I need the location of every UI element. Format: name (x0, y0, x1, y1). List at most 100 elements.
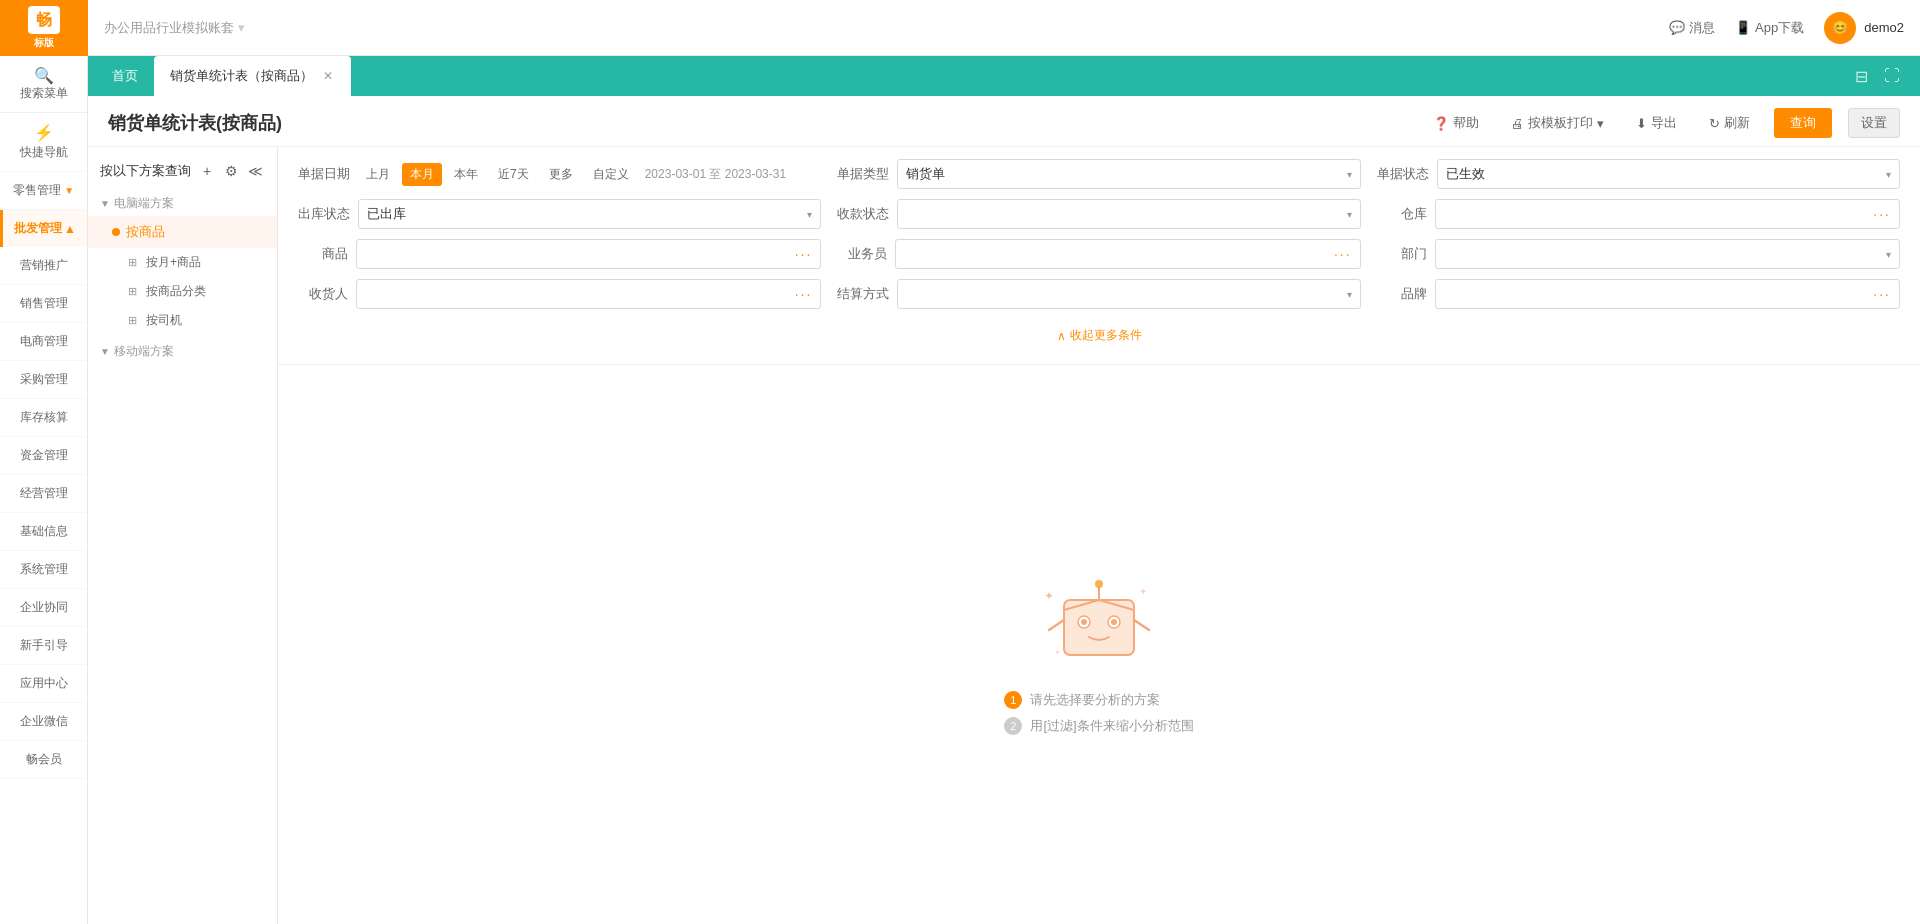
sidebar-item-wechat[interactable]: 企业微信 (0, 703, 87, 741)
sidebar-item-ecommerce[interactable]: 电商管理 (0, 323, 87, 361)
product-dots[interactable]: ··· (795, 246, 813, 262)
sidebar-item-quicknav[interactable]: ⚡ 快捷导航 (0, 113, 87, 172)
filter-warehouse: 仓库 ··· (1377, 199, 1900, 229)
collapse-more-btn[interactable]: ∧ 收起更多条件 (298, 319, 1900, 352)
svg-text:✦: ✦ (1044, 589, 1054, 603)
tab-home[interactable]: 首页 (96, 56, 154, 96)
svg-point-8 (1095, 580, 1103, 588)
app-download-label: App下载 (1755, 19, 1804, 37)
sidebar-item-system[interactable]: 系统管理 (0, 551, 87, 589)
tab-close-icon[interactable]: ✕ (321, 67, 335, 85)
sidebar-item-wholesale[interactable]: 批发管理 ▲ (3, 210, 87, 247)
refresh-button[interactable]: ↻ 刷新 (1701, 110, 1758, 136)
sidebar-item-sales[interactable]: 销售管理 (0, 285, 87, 323)
user-area[interactable]: 😊 demo2 (1824, 12, 1904, 44)
brand-select[interactable]: ··· (1435, 279, 1900, 309)
sidebar-item-guide[interactable]: 新手引导 (0, 627, 87, 665)
receipt-status-arrow: ▾ (1347, 209, 1352, 220)
scheme-item-by-month-product[interactable]: ⊞ 按月+商品 (88, 248, 277, 277)
help-button[interactable]: ❓ 帮助 (1425, 110, 1487, 136)
filter-area: 单据日期 上月 本月 本年 近7天 更多 自定义 2023-03-01 至 20… (278, 147, 1920, 365)
date-tab-7days[interactable]: 近7天 (490, 163, 537, 186)
empty-step-1: 1 请先选择要分析的方案 (1004, 691, 1160, 709)
sidebar-item-apps[interactable]: 应用中心 (0, 665, 87, 703)
salesperson-select[interactable]: ··· (895, 239, 1360, 269)
svg-line-6 (1134, 620, 1149, 630)
sidebar-item-marketing[interactable]: 营销推广 (0, 247, 87, 285)
header-left: 办公用品行业模拟账套 ▾ (104, 19, 245, 37)
avatar[interactable]: 😊 (1824, 12, 1856, 44)
scheme-group-desktop: ▼ 电脑端方案 按商品 ⊞ 按月+商品 ⊞ 按商品分类 (88, 191, 277, 335)
header-right: 💬 消息 📱 App下载 😊 demo2 (1669, 12, 1904, 44)
recipient-select[interactable]: ··· (356, 279, 821, 309)
scheme-item-by-clerk[interactable]: ⊞ 按司机 (88, 306, 277, 335)
filter-bill-type: 单据类型 销货单 ▾ (837, 159, 1360, 189)
out-status-arrow: ▾ (807, 209, 812, 220)
tab-bar: 首页 销货单统计表（按商品） ✕ ⊟ ⛶ (88, 56, 1920, 96)
bill-type-select[interactable]: 销货单 ▾ (897, 159, 1360, 189)
page-header-actions: ❓ 帮助 🖨 按模板打印 ▾ ⬇ 导出 ↻ 刷新 查询 (1425, 108, 1900, 138)
svg-rect-0 (1064, 600, 1134, 655)
salesperson-dots[interactable]: ··· (1334, 246, 1352, 262)
date-tabs: 上月 本月 本年 近7天 更多 自定义 2023-03-01 至 2023-03… (358, 163, 786, 186)
sidebar-item-member[interactable]: 畅会员 (0, 741, 87, 779)
sidebar-item-retail[interactable]: 零售管理 ▼ (0, 172, 87, 210)
help-icon: ❓ (1433, 116, 1449, 131)
date-tab-thismonth[interactable]: 本月 (402, 163, 442, 186)
print-button[interactable]: 🖨 按模板打印 ▾ (1503, 110, 1612, 136)
department-select[interactable]: ▾ (1435, 239, 1900, 269)
panel-add-button[interactable]: + (197, 161, 217, 181)
warehouse-dots[interactable]: ··· (1873, 206, 1891, 222)
tab-minimize-icon[interactable]: ⊟ (1851, 63, 1872, 90)
scheme-group-mobile-title[interactable]: ▼ 移动端方案 (88, 339, 277, 364)
warehouse-select[interactable]: ··· (1435, 199, 1900, 229)
scheme-item-by-category[interactable]: ⊞ 按商品分类 (88, 277, 277, 306)
receipt-status-select[interactable]: ▾ (897, 199, 1360, 229)
warehouse-label: 仓库 (1377, 205, 1427, 223)
sidebar-item-enterprise[interactable]: 企业协同 (0, 589, 87, 627)
out-status-select[interactable]: 已出库 ▾ (358, 199, 821, 229)
export-button[interactable]: ⬇ 导出 (1628, 110, 1685, 136)
sidebar-item-purchase[interactable]: 采购管理 (0, 361, 87, 399)
product-select[interactable]: ··· (356, 239, 821, 269)
step-2-text: 用[过滤]条件来缩小分析范围 (1030, 717, 1193, 735)
brand-dots[interactable]: ··· (1873, 286, 1891, 302)
page-content: 销货单统计表(按商品) ❓ 帮助 🖨 按模板打印 ▾ ⬇ 导出 ↻ 刷新 (88, 96, 1920, 924)
scheme-group-desktop-title[interactable]: ▼ 电脑端方案 (88, 191, 277, 216)
panel-collapse-button[interactable]: ≪ (245, 161, 265, 181)
department-label: 部门 (1377, 245, 1427, 263)
scheme-item-by-product[interactable]: 按商品 (88, 216, 277, 248)
date-tab-custom[interactable]: 自定义 (585, 163, 637, 186)
sidebar-item-operations[interactable]: 经营管理 (0, 475, 87, 513)
message-action[interactable]: 💬 消息 (1669, 19, 1715, 37)
settlement-label: 结算方式 (837, 285, 889, 303)
sidebar-item-finance[interactable]: 资金管理 (0, 437, 87, 475)
grid-icon-1: ⊞ (124, 255, 140, 271)
sidebar-item-inventory[interactable]: 库存核算 (0, 399, 87, 437)
settlement-select[interactable]: ▾ (897, 279, 1360, 309)
avatar-image: 😊 (1832, 20, 1848, 35)
page-title: 销货单统计表(按商品) (108, 111, 282, 135)
username[interactable]: demo2 (1864, 20, 1904, 35)
date-tab-lastmonth[interactable]: 上月 (358, 163, 398, 186)
date-tab-thisyear[interactable]: 本年 (446, 163, 486, 186)
filter-row-1: 单据日期 上月 本月 本年 近7天 更多 自定义 2023-03-01 至 20… (298, 159, 1900, 189)
refresh-icon: ↻ (1709, 116, 1720, 131)
tab-expand-icon[interactable]: ⛶ (1880, 63, 1904, 89)
sidebar-search[interactable]: 🔍 查询 搜索菜单 (0, 56, 87, 113)
tab-report[interactable]: 销货单统计表（按商品） ✕ (154, 56, 351, 96)
right-main: 单据日期 上月 本月 本年 近7天 更多 自定义 2023-03-01 至 20… (278, 147, 1920, 924)
date-tab-more[interactable]: 更多 (541, 163, 581, 186)
main-wrapper: 办公用品行业模拟账套 ▾ 💬 消息 📱 App下载 😊 demo2 首页 (88, 0, 1920, 924)
settings-button[interactable]: 设置 (1848, 108, 1900, 138)
app-download-action[interactable]: 📱 App下载 (1735, 19, 1804, 37)
export-icon: ⬇ (1636, 116, 1647, 131)
sidebar-item-basic[interactable]: 基础信息 (0, 513, 87, 551)
bill-status-select[interactable]: 已生效 ▾ (1437, 159, 1900, 189)
out-status-value: 已出库 (367, 205, 406, 223)
breadcrumb-arrow: ▾ (238, 20, 245, 35)
panel-settings-button[interactable]: ⚙ (221, 161, 241, 181)
query-button[interactable]: 查询 (1774, 108, 1832, 138)
date-range-text: 2023-03-01 至 2023-03-31 (645, 166, 786, 183)
recipient-dots[interactable]: ··· (795, 286, 813, 302)
